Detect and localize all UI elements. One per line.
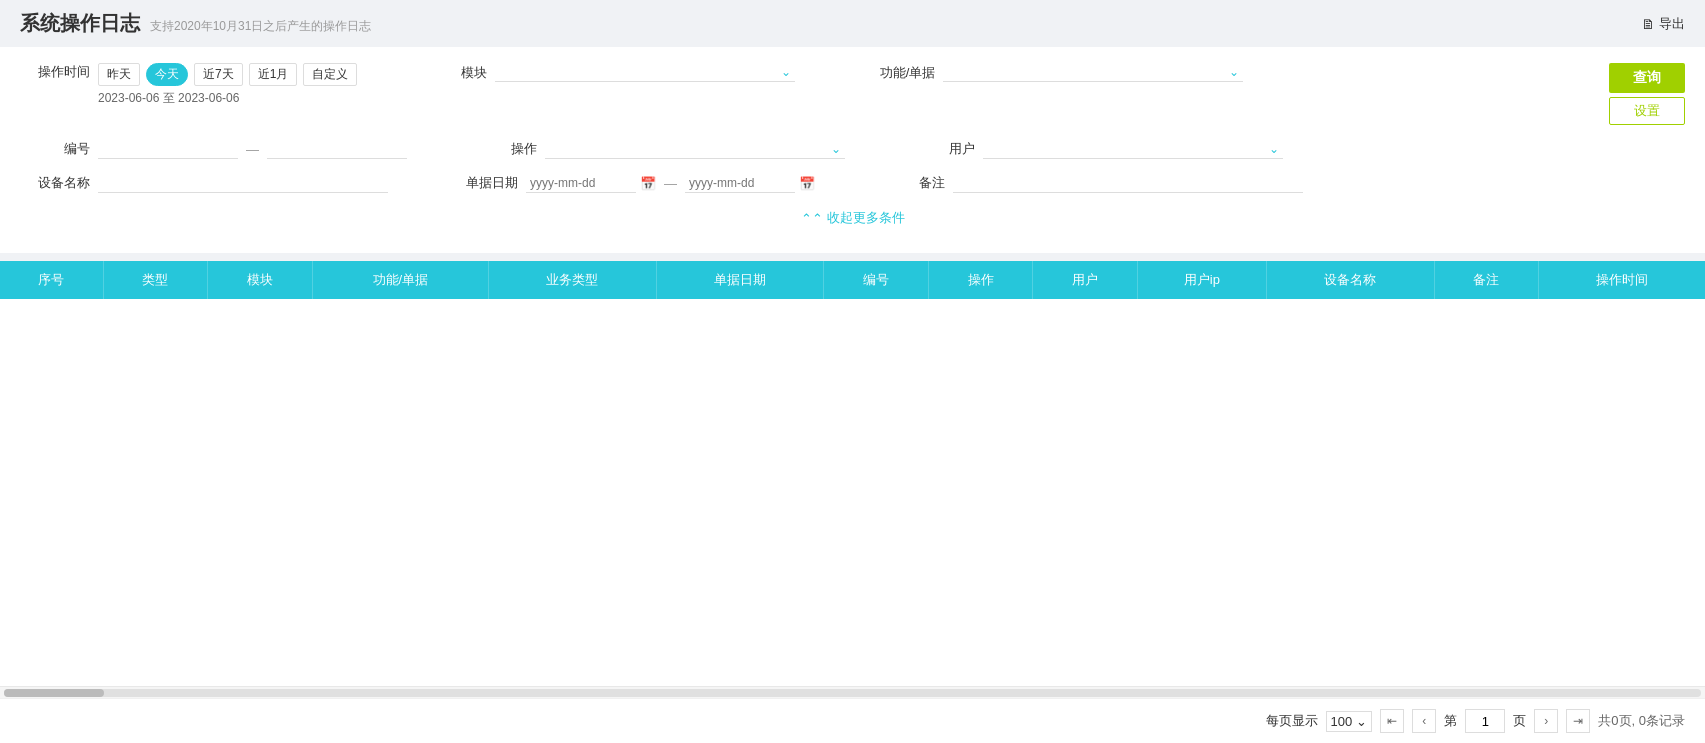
number-label: 编号 (20, 140, 90, 158)
time-group: 昨天 今天 近7天 近1月 自定义 2023-06-06 至 2023-06-0… (98, 63, 357, 107)
module-filter-block: 模块 ⌄ (417, 63, 795, 82)
remark-label: 备注 (875, 174, 945, 192)
page-title: 系统操作日志 (20, 10, 140, 37)
time-btn-custom[interactable]: 自定义 (303, 63, 357, 86)
module-dropdown[interactable]: ⌄ (495, 63, 795, 82)
remark-filter-block: 备注 (875, 173, 1303, 193)
time-btn-today[interactable]: 今天 (146, 63, 188, 86)
empty-area (0, 299, 1705, 639)
header-left: 系统操作日志 支持2020年10月31日之后产生的操作日志 (20, 10, 371, 37)
col-remark: 备注 (1434, 261, 1538, 299)
page-subtitle: 支持2020年10月31日之后产生的操作日志 (150, 18, 371, 35)
module-label: 模块 (417, 64, 487, 82)
number-filter-block: 编号 — (20, 139, 407, 159)
number-dash: — (246, 142, 259, 157)
number-input-start[interactable] (98, 139, 238, 159)
date-to-input[interactable] (685, 174, 795, 193)
page-size-arrow-icon: ⌄ (1356, 714, 1367, 729)
collapse-button[interactable]: ⌃⌃ 收起更多条件 (801, 209, 905, 227)
pagination: 每页显示 100 ⌄ ⇤ ‹ 第 页 › ⇥ 共0页, 0条记录 (0, 698, 1705, 743)
export-icon: 🗎 (1641, 16, 1655, 32)
operation-chevron-icon: ⌄ (831, 142, 841, 156)
date-dash: — (664, 176, 677, 191)
function-dropdown[interactable]: ⌄ (943, 63, 1243, 82)
filter-row-3: 设备名称 单据日期 📅 — 📅 备注 (20, 173, 1685, 193)
collapse-label: 收起更多条件 (827, 209, 905, 227)
page-header: 系统操作日志 支持2020年10月31日之后产生的操作日志 🗎 导出 (0, 0, 1705, 47)
module-chevron-icon: ⌄ (781, 65, 791, 79)
page-suffix: 页 (1513, 712, 1526, 730)
col-operation: 操作 (928, 261, 1032, 299)
time-buttons-row: 昨天 今天 近7天 近1月 自定义 (98, 63, 357, 86)
page-size-dropdown[interactable]: 100 ⌄ (1326, 711, 1373, 732)
time-filter-block: 操作时间 昨天 今天 近7天 近1月 自定义 2023-06-06 至 2023… (20, 63, 357, 107)
collapse-row: ⌃⌃ 收起更多条件 (20, 203, 1685, 237)
col-number: 编号 (824, 261, 928, 299)
table-container: 序号 类型 模块 功能/单据 业务类型 单据日期 编号 操作 用户 用户ip 设… (0, 261, 1705, 686)
user-label: 用户 (905, 140, 975, 158)
per-page-label: 每页显示 (1266, 712, 1318, 730)
col-index: 序号 (0, 261, 103, 299)
function-label: 功能/单据 (855, 64, 935, 82)
filter-row-1: 操作时间 昨天 今天 近7天 近1月 自定义 2023-06-06 至 2023… (20, 63, 1685, 125)
function-chevron-icon: ⌄ (1229, 65, 1239, 79)
export-label: 导出 (1659, 15, 1685, 33)
time-label: 操作时间 (20, 63, 90, 81)
data-table: 序号 类型 模块 功能/单据 业务类型 单据日期 编号 操作 用户 用户ip 设… (0, 261, 1705, 299)
scrollbar-thumb[interactable] (4, 689, 104, 697)
col-doc-date: 单据日期 (656, 261, 824, 299)
operation-dropdown[interactable]: ⌄ (545, 140, 845, 159)
col-module: 模块 (208, 261, 312, 299)
operation-label: 操作 (467, 140, 537, 158)
scrollbar-track (4, 689, 1701, 697)
doc-date-label: 单据日期 (448, 174, 518, 192)
prev-page-button[interactable]: ‹ (1412, 709, 1436, 733)
col-user: 用户 (1033, 261, 1137, 299)
page-total: 共0页, 0条记录 (1598, 712, 1685, 730)
col-function: 功能/单据 (312, 261, 488, 299)
collapse-up-icon: ⌃⌃ (801, 211, 823, 226)
col-type: 类型 (103, 261, 207, 299)
doc-date-filter-block: 单据日期 📅 — 📅 (448, 174, 815, 193)
calendar-from-icon[interactable]: 📅 (640, 176, 656, 191)
device-input[interactable] (98, 173, 388, 193)
user-chevron-icon: ⌄ (1269, 142, 1279, 156)
col-biz-type: 业务类型 (489, 261, 657, 299)
action-buttons: 查询 设置 (1609, 63, 1685, 125)
time-btn-yesterday[interactable]: 昨天 (98, 63, 140, 86)
function-filter-block: 功能/单据 ⌄ (855, 63, 1243, 82)
col-device: 设备名称 (1266, 261, 1434, 299)
table-header-row: 序号 类型 模块 功能/单据 业务类型 单据日期 编号 操作 用户 用户ip 设… (0, 261, 1705, 299)
user-filter-block: 用户 ⌄ (905, 140, 1283, 159)
export-button[interactable]: 🗎 导出 (1641, 15, 1685, 33)
device-label: 设备名称 (20, 174, 90, 192)
time-btn-7days[interactable]: 近7天 (194, 63, 243, 86)
page-size-value: 100 (1331, 714, 1353, 729)
calendar-to-icon[interactable]: 📅 (799, 176, 815, 191)
query-button[interactable]: 查询 (1609, 63, 1685, 93)
settings-button[interactable]: 设置 (1609, 97, 1685, 125)
time-range-display: 2023-06-06 至 2023-06-06 (98, 90, 357, 107)
device-filter-block: 设备名称 (20, 173, 388, 193)
operation-filter-block: 操作 ⌄ (467, 140, 845, 159)
col-user-ip: 用户ip (1137, 261, 1266, 299)
time-btn-1month[interactable]: 近1月 (249, 63, 298, 86)
number-input-end[interactable] (267, 139, 407, 159)
page-container: 系统操作日志 支持2020年10月31日之后产生的操作日志 🗎 导出 操作时间 … (0, 0, 1705, 743)
page-prefix: 第 (1444, 712, 1457, 730)
horizontal-scrollbar[interactable] (0, 686, 1705, 698)
filter-area: 操作时间 昨天 今天 近7天 近1月 自定义 2023-06-06 至 2023… (0, 47, 1705, 253)
date-from-input[interactable] (526, 174, 636, 193)
last-page-button[interactable]: ⇥ (1566, 709, 1590, 733)
remark-input[interactable] (953, 173, 1303, 193)
col-op-time: 操作时间 (1538, 261, 1705, 299)
page-number-input[interactable] (1465, 709, 1505, 733)
next-page-button[interactable]: › (1534, 709, 1558, 733)
first-page-button[interactable]: ⇤ (1380, 709, 1404, 733)
user-dropdown[interactable]: ⌄ (983, 140, 1283, 159)
filter-row-2: 编号 — 操作 ⌄ 用户 ⌄ (20, 139, 1685, 159)
